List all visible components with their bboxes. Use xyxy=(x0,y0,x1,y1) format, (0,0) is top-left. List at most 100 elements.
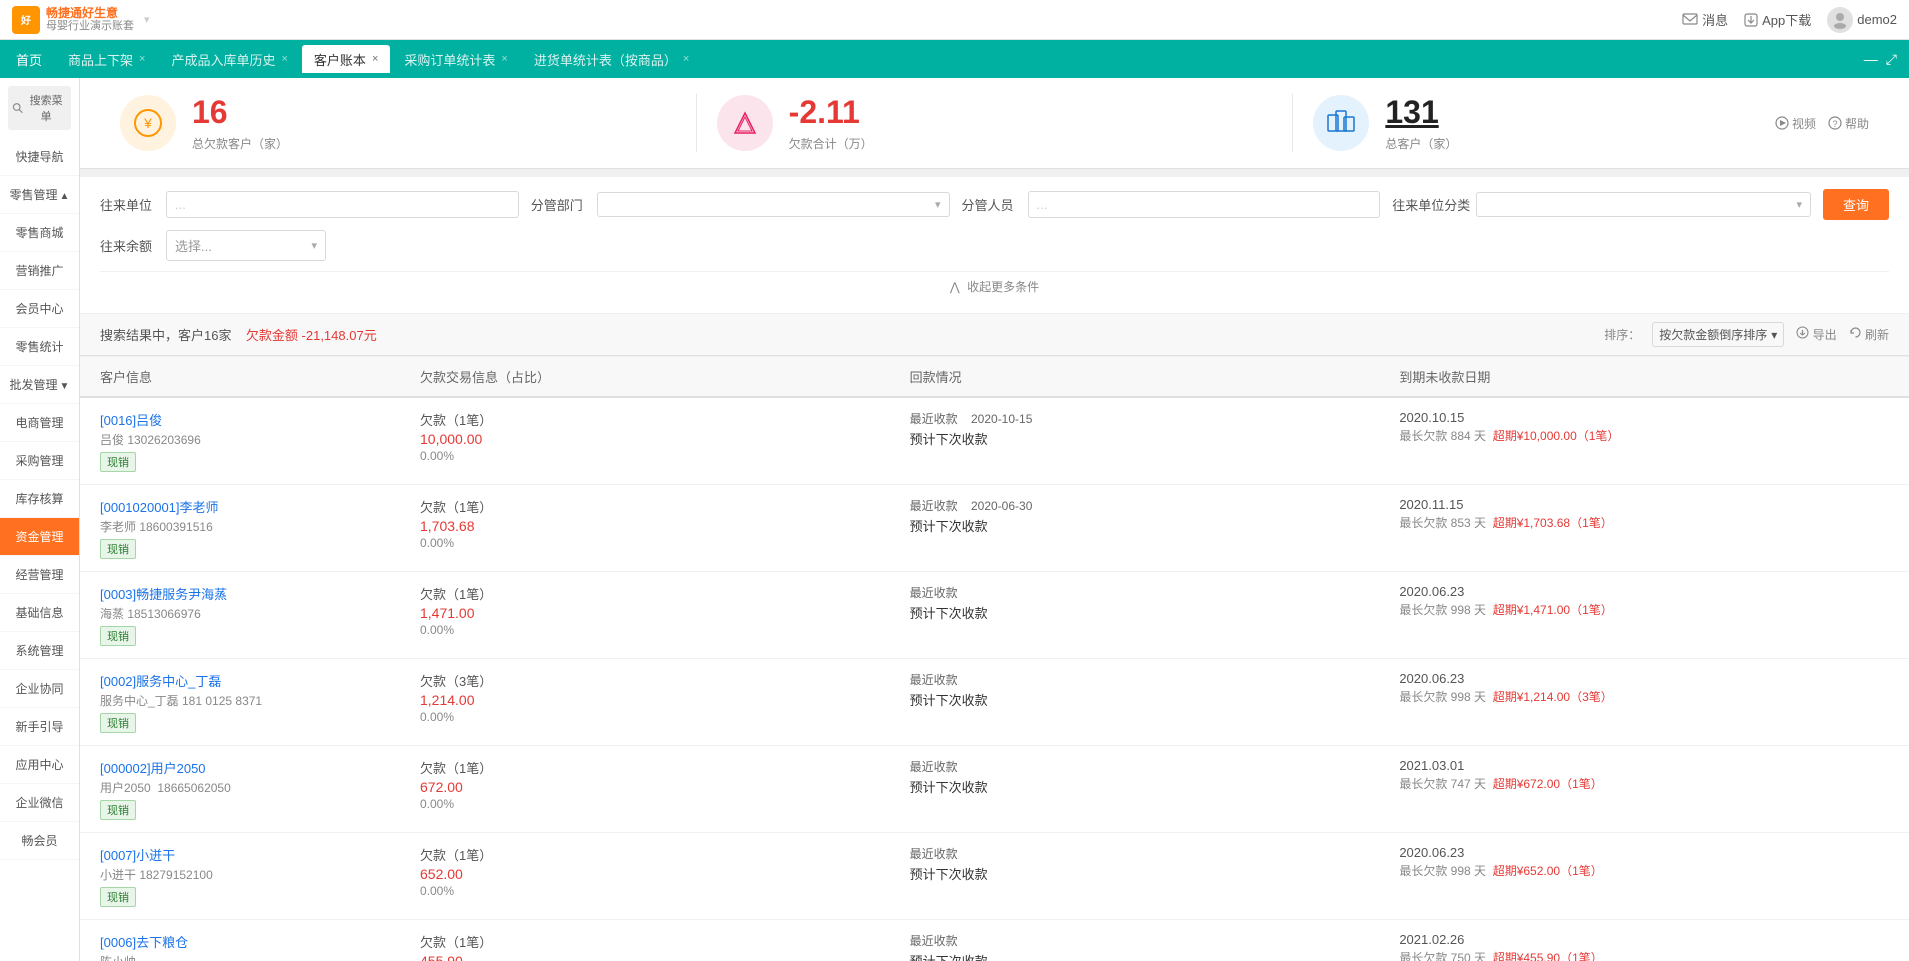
customer-name[interactable]: [0007]小迸干 xyxy=(100,845,420,864)
collapse-bar[interactable]: ⋀ 收起更多条件 xyxy=(100,271,1889,301)
sidebar-search-area: 搜索菜单 xyxy=(0,78,79,138)
customer-tag: 现销 xyxy=(100,713,136,733)
close-icon[interactable]: × xyxy=(139,53,145,65)
filter-row-1: 往来单位 ... 分管部门 ▾ 分管人员 ... xyxy=(100,189,1889,220)
refresh-btn[interactable]: 刷新 xyxy=(1849,326,1889,343)
tab-product-offshelf[interactable]: 商品上下架 × xyxy=(56,45,157,73)
sidebar-item-inventory[interactable]: 库存核算 xyxy=(0,480,79,518)
recovery-cell: 最近收款 预计下次收款 xyxy=(910,845,1400,883)
division-label: 分管部门 xyxy=(531,195,591,214)
table-row: [000002]用户2050 用户2050 18665062050 现销 欠款（… xyxy=(80,746,1909,833)
table-row: [0007]小迸干 小迸干 18279152100 现销 欠款（1笔） 652.… xyxy=(80,833,1909,920)
main-layout: 搜索菜单 快捷导航 零售管理▲ 零售商城 营销推广 会员中心 零售统计 批发管理… xyxy=(0,78,1909,961)
customer-name[interactable]: [0006]去下粮仓 xyxy=(100,932,420,951)
unit-category-select[interactable]: ▾ xyxy=(1476,192,1811,217)
division-select[interactable]: ▾ xyxy=(597,192,950,217)
recovery-cell: 最近收款 预计下次收款 xyxy=(910,758,1400,796)
manager-label: 分管人员 xyxy=(962,195,1022,214)
customer-name[interactable]: [000002]用户2050 xyxy=(100,758,420,777)
overdue-amount-link[interactable]: 超期¥1,214.00（3笔） xyxy=(1493,690,1613,704)
balance-select[interactable]: 选择... ▾ xyxy=(166,230,326,261)
close-icon[interactable]: × xyxy=(281,53,287,65)
search-menu-btn[interactable]: 搜索菜单 xyxy=(8,86,71,130)
search-btn[interactable]: 查询 xyxy=(1823,189,1889,220)
sidebar-item-ecommerce[interactable]: 电商管理 xyxy=(0,404,79,442)
from-unit-input[interactable]: ... xyxy=(166,191,519,218)
sidebar-item-retail-mall[interactable]: 零售商城 xyxy=(0,214,79,252)
filter-area: 往来单位 ... 分管部门 ▾ 分管人员 ... xyxy=(80,177,1909,313)
sidebar-item-finance[interactable]: 资金管理 xyxy=(0,518,79,556)
dropdown-indicator[interactable]: ▾ xyxy=(144,13,150,26)
tab-product-history[interactable]: 产成品入库单历史 × xyxy=(159,45,299,73)
sidebar-item-retail-mgmt[interactable]: 零售管理▲ xyxy=(0,176,79,214)
summary-card-total-debt: -2.11 欠款合计（万） xyxy=(697,94,1294,152)
sidebar-item-quick-nav[interactable]: 快捷导航 xyxy=(0,138,79,176)
debt-info-cell: 欠款（1笔） 1,471.00 0.00% xyxy=(420,584,910,637)
tab-home[interactable]: 首页 xyxy=(4,45,54,73)
table-row: [0006]去下粮仓 陈小帅 现销 欠款（1笔） 455.90 0.00% 最近… xyxy=(80,920,1909,961)
overdue-amount-link[interactable]: 超期¥1,471.00（1笔） xyxy=(1493,603,1613,617)
close-icon[interactable]: × xyxy=(683,53,689,65)
close-icon[interactable]: × xyxy=(501,53,507,65)
close-icon[interactable]: × xyxy=(372,53,378,65)
user-avatar[interactable]: demo2 xyxy=(1827,7,1897,33)
customer-name[interactable]: [0003]畅捷服务尹海蒸 xyxy=(100,584,420,603)
customer-contact: 服务中心_丁磊 181 0125 8371 xyxy=(100,692,420,709)
tab-inventory-stats[interactable]: 进货单统计表（按商品） × xyxy=(522,45,701,73)
due-date-cell: 2020.10.15 最长欠款 884 天 超期¥10,000.00（1笔） xyxy=(1399,410,1889,444)
tab-customer-account[interactable]: 客户账本 × xyxy=(302,45,390,73)
sidebar-item-enterprise-collab[interactable]: 企业协同 xyxy=(0,670,79,708)
col-header-due-date: 到期未收款日期 xyxy=(1399,367,1889,386)
table-row: [0002]服务中心_丁磊 服务中心_丁磊 181 0125 8371 现销 欠… xyxy=(80,659,1909,746)
app-download-btn[interactable]: App下载 xyxy=(1744,10,1811,29)
sidebar-item-app-center[interactable]: 应用中心 xyxy=(0,746,79,784)
customer-name[interactable]: [0002]服务中心_丁磊 xyxy=(100,671,420,690)
filter-unit-category: 往来单位分类 ▾ xyxy=(1392,192,1811,217)
sidebar-item-vip[interactable]: 畅会员 xyxy=(0,822,79,860)
customer-contact: 陈小帅 xyxy=(100,953,420,961)
sidebar-item-retail-stats[interactable]: 零售统计 xyxy=(0,328,79,366)
overdue-amount-link[interactable]: 超期¥1,703.68（1笔） xyxy=(1493,516,1613,530)
total-debt-info: -2.11 欠款合计（万） xyxy=(789,94,873,152)
table-row: [0016]吕俊 吕俊 13026203696 现销 欠款（1笔） 10,000… xyxy=(80,398,1909,485)
minimize-btn[interactable]: — xyxy=(1864,51,1878,67)
export-btn[interactable]: 导出 xyxy=(1796,326,1836,343)
sidebar-item-purchase[interactable]: 采购管理 xyxy=(0,442,79,480)
tab-purchase-order[interactable]: 采购订单统计表 × xyxy=(392,45,519,73)
total-customers-info: 131 总客户（家） xyxy=(1385,94,1759,152)
manager-input[interactable]: ... xyxy=(1028,191,1381,218)
sidebar-item-basic-info[interactable]: 基础信息 xyxy=(0,594,79,632)
sidebar-item-newbie[interactable]: 新手引导 xyxy=(0,708,79,746)
overdue-amount-link[interactable]: 超期¥672.00（1笔） xyxy=(1493,777,1603,791)
sidebar-item-member[interactable]: 会员中心 xyxy=(0,290,79,328)
sort-select[interactable]: 按欠款金额倒序排序 ▾ xyxy=(1652,322,1784,347)
export-icon xyxy=(1796,326,1809,339)
overdue-amount-link[interactable]: 超期¥652.00（1笔） xyxy=(1493,864,1603,878)
sidebar-item-system[interactable]: 系统管理 xyxy=(0,632,79,670)
sidebar-item-batch-mgmt[interactable]: 批发管理▼ xyxy=(0,366,79,404)
customer-name[interactable]: [0001020001]李老师 xyxy=(100,497,420,516)
overdue-amount-link[interactable]: 超期¥10,000.00（1笔） xyxy=(1493,429,1620,443)
message-btn[interactable]: 消息 xyxy=(1682,10,1728,29)
help-btn[interactable]: ? 帮助 xyxy=(1828,115,1869,132)
total-customers-value: 131 xyxy=(1385,94,1759,131)
video-btn[interactable]: 视频 xyxy=(1775,115,1816,132)
tab-controls: — ⤢ xyxy=(1864,51,1905,68)
download-icon xyxy=(1744,13,1758,27)
sidebar-item-marketing[interactable]: 营销推广 xyxy=(0,252,79,290)
card-actions: 视频 ? 帮助 xyxy=(1775,115,1869,132)
top-header: 好 畅捷通好生意 母婴行业演示账套 ▾ 消息 App下载 demo2 xyxy=(0,0,1909,40)
sidebar-item-ops[interactable]: 经营管理 xyxy=(0,556,79,594)
filter-from-unit: 往来单位 ... xyxy=(100,191,519,218)
col-header-recovery: 回款情况 xyxy=(910,367,1400,386)
filter-balance: 往来余额 选择... ▾ xyxy=(100,230,1889,261)
customer-info-cell: [0016]吕俊 吕俊 13026203696 现销 xyxy=(100,410,420,472)
total-customers-label: 总客户（家） xyxy=(1385,135,1759,152)
debtors-icon: ¥ xyxy=(120,95,176,151)
maximize-btn[interactable]: ⤢ xyxy=(1886,51,1897,68)
sidebar-item-enterprise-wechat[interactable]: 企业微信 xyxy=(0,784,79,822)
balance-label: 往来余额 xyxy=(100,236,160,255)
overdue-amount-link[interactable]: 超期¥455.90（1笔） xyxy=(1493,951,1603,961)
customer-name[interactable]: [0016]吕俊 xyxy=(100,410,420,429)
customer-tag: 现销 xyxy=(100,887,136,907)
